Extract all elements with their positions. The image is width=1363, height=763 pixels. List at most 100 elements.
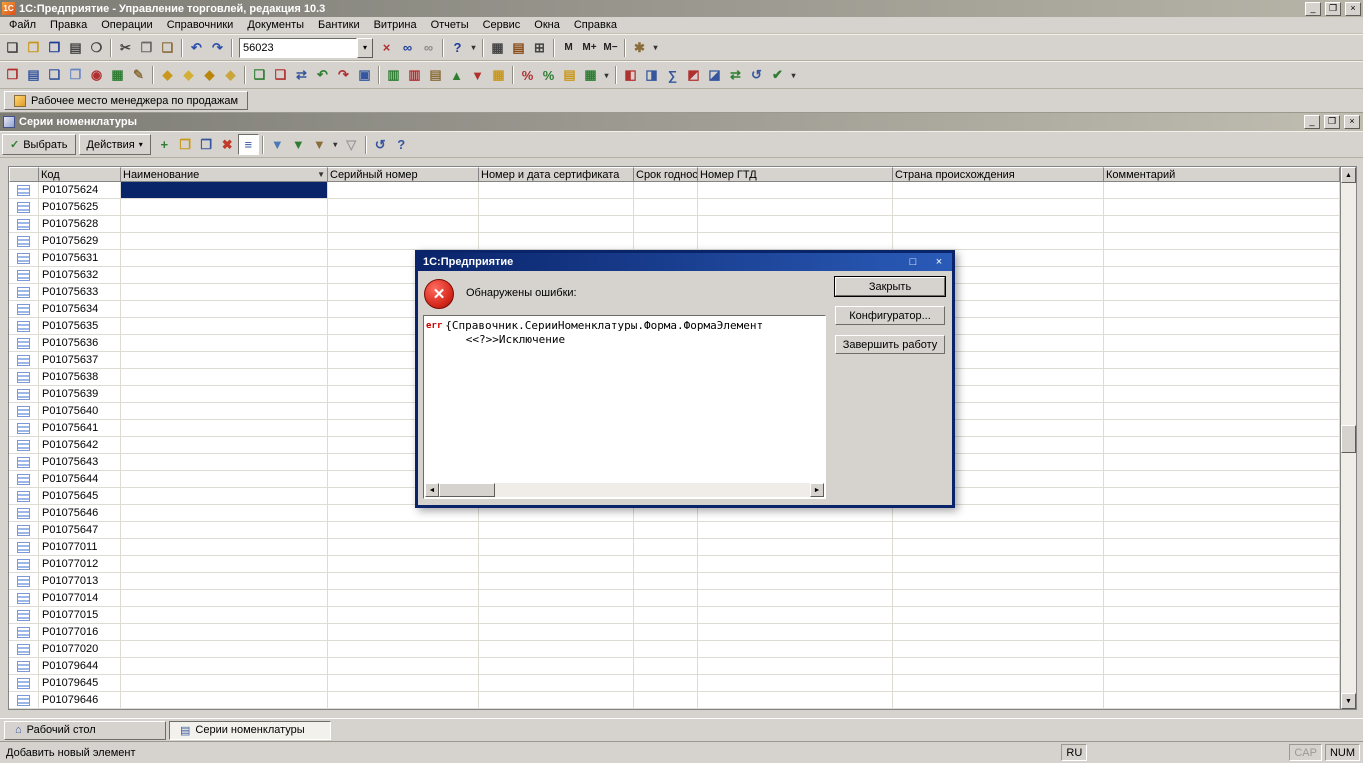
expiry-cell[interactable]	[634, 692, 698, 709]
certificate-cell[interactable]	[479, 590, 634, 607]
toolbar-separator[interactable]	[442, 38, 444, 57]
code-cell[interactable]: P01077013	[39, 573, 121, 590]
header-name[interactable]: Наименование ▼	[121, 167, 328, 182]
copy-item-icon[interactable]: ❐	[196, 134, 217, 155]
serial-cell[interactable]	[328, 692, 479, 709]
comment-cell[interactable]	[1104, 675, 1340, 692]
find-next-icon[interactable]: ∞	[418, 37, 439, 58]
code-cell[interactable]: P01075636	[39, 335, 121, 352]
header-icon-column[interactable]	[9, 167, 39, 182]
name-cell[interactable]	[121, 182, 328, 199]
menu-item[interactable]: Витрина	[367, 18, 424, 32]
table-row[interactable]: P01075625	[9, 199, 1340, 216]
comment-cell[interactable]	[1104, 420, 1340, 437]
country-cell[interactable]	[893, 233, 1104, 250]
scheme-icon[interactable]: ◩	[683, 65, 704, 86]
workspace-tab[interactable]: Рабочее место менеджера по продажам	[4, 91, 249, 110]
serial-cell[interactable]	[328, 216, 479, 233]
edit-document-icon[interactable]: ✎	[128, 65, 149, 86]
country-cell[interactable]	[893, 199, 1104, 216]
code-cell[interactable]: P01075641	[39, 420, 121, 437]
new-document-icon[interactable]: ❏	[2, 37, 23, 58]
country-cell[interactable]	[893, 573, 1104, 590]
calendar-icon[interactable]: ▤	[508, 37, 529, 58]
tab-desktop[interactable]: ⌂ Рабочий стол	[4, 720, 166, 740]
serial-cell[interactable]	[328, 233, 479, 250]
table-row[interactable]: P01079646	[9, 692, 1340, 709]
name-cell[interactable]	[121, 556, 328, 573]
table-row[interactable]: P01075629	[9, 233, 1340, 250]
name-cell[interactable]	[121, 658, 328, 675]
code-cell[interactable]: P01075638	[39, 369, 121, 386]
help-icon[interactable]: ?	[447, 37, 468, 58]
toolbar-separator[interactable]	[553, 38, 555, 57]
expense-invoice-icon[interactable]: ▥	[404, 65, 425, 86]
comment-cell[interactable]	[1104, 556, 1340, 573]
comment-cell[interactable]	[1104, 607, 1340, 624]
refresh-icon[interactable]: ↺	[746, 65, 767, 86]
menu-item[interactable]: Справочники	[160, 18, 241, 32]
menu-item[interactable]: Операции	[94, 18, 159, 32]
clear-filter-icon[interactable]: ▽	[341, 134, 362, 155]
code-cell[interactable]: P01077011	[39, 539, 121, 556]
comment-cell[interactable]	[1104, 658, 1340, 675]
save-icon[interactable]: ❐	[44, 37, 65, 58]
price-icon[interactable]: %	[517, 65, 538, 86]
table-row[interactable]: P01079644	[9, 658, 1340, 675]
certificate-cell[interactable]	[479, 675, 634, 692]
add-group-icon[interactable]: ❒	[175, 134, 196, 155]
name-cell[interactable]	[121, 335, 328, 352]
code-cell[interactable]: P01077015	[39, 607, 121, 624]
close-error-button[interactable]: Закрыть	[835, 277, 945, 296]
code-cell[interactable]: P01075647	[39, 522, 121, 539]
name-cell[interactable]	[121, 284, 328, 301]
certificate-cell[interactable]	[479, 624, 634, 641]
list-restore-button[interactable]: ❐	[1324, 115, 1340, 129]
gtd-cell[interactable]	[698, 624, 893, 641]
price-list-icon[interactable]: ▤	[559, 65, 580, 86]
code-cell[interactable]: P01075642	[39, 437, 121, 454]
name-cell[interactable]	[121, 522, 328, 539]
country-cell[interactable]	[893, 216, 1104, 233]
paste-icon[interactable]: ❑	[157, 37, 178, 58]
certificate-cell[interactable]	[479, 522, 634, 539]
dropdown-arrow-icon[interactable]: ▾	[468, 37, 479, 58]
print-form-icon[interactable]: ▤	[23, 65, 44, 86]
outgoing-doc-icon[interactable]: ❏	[270, 65, 291, 86]
dialog-maximize-button[interactable]: □	[905, 256, 921, 268]
certificate-cell[interactable]	[479, 641, 634, 658]
spreadsheet-icon[interactable]: ▦	[487, 37, 508, 58]
actions-button[interactable]: Действия ▾	[78, 134, 151, 155]
header-country[interactable]: Страна происхождения	[893, 167, 1104, 182]
comment-cell[interactable]	[1104, 641, 1340, 658]
serial-cell[interactable]	[328, 590, 479, 607]
search-input[interactable]	[239, 37, 357, 58]
name-cell[interactable]	[121, 369, 328, 386]
code-cell[interactable]: P01075633	[39, 284, 121, 301]
comment-cell[interactable]	[1104, 352, 1340, 369]
code-cell[interactable]: P01075643	[39, 454, 121, 471]
serial-cell[interactable]	[328, 539, 479, 556]
gtd-cell[interactable]	[698, 233, 893, 250]
transfer-doc-icon[interactable]: ⇄	[291, 65, 312, 86]
comment-cell[interactable]	[1104, 284, 1340, 301]
name-cell[interactable]	[121, 267, 328, 284]
toolbar-separator[interactable]	[261, 135, 264, 154]
receipt-invoice-icon[interactable]: ▥	[383, 65, 404, 86]
name-cell[interactable]	[121, 454, 328, 471]
cash-icon[interactable]: ◆	[157, 65, 178, 86]
expiry-cell[interactable]	[634, 539, 698, 556]
gtd-cell[interactable]	[698, 658, 893, 675]
menu-item[interactable]: Справка	[567, 18, 624, 32]
comment-cell[interactable]	[1104, 573, 1340, 590]
serial-cell[interactable]	[328, 675, 479, 692]
country-cell[interactable]	[893, 590, 1104, 607]
menu-item[interactable]: Сервис	[476, 18, 528, 32]
comment-cell[interactable]	[1104, 437, 1340, 454]
minimize-button[interactable]: _	[1305, 1, 1321, 16]
scroll-right-icon[interactable]: ►	[810, 483, 824, 497]
name-cell[interactable]	[121, 607, 328, 624]
name-cell[interactable]	[121, 624, 328, 641]
vertical-scrollbar[interactable]: ▲ ▼	[1341, 166, 1357, 710]
dropdown-arrow-icon[interactable]: ▾	[650, 37, 661, 58]
